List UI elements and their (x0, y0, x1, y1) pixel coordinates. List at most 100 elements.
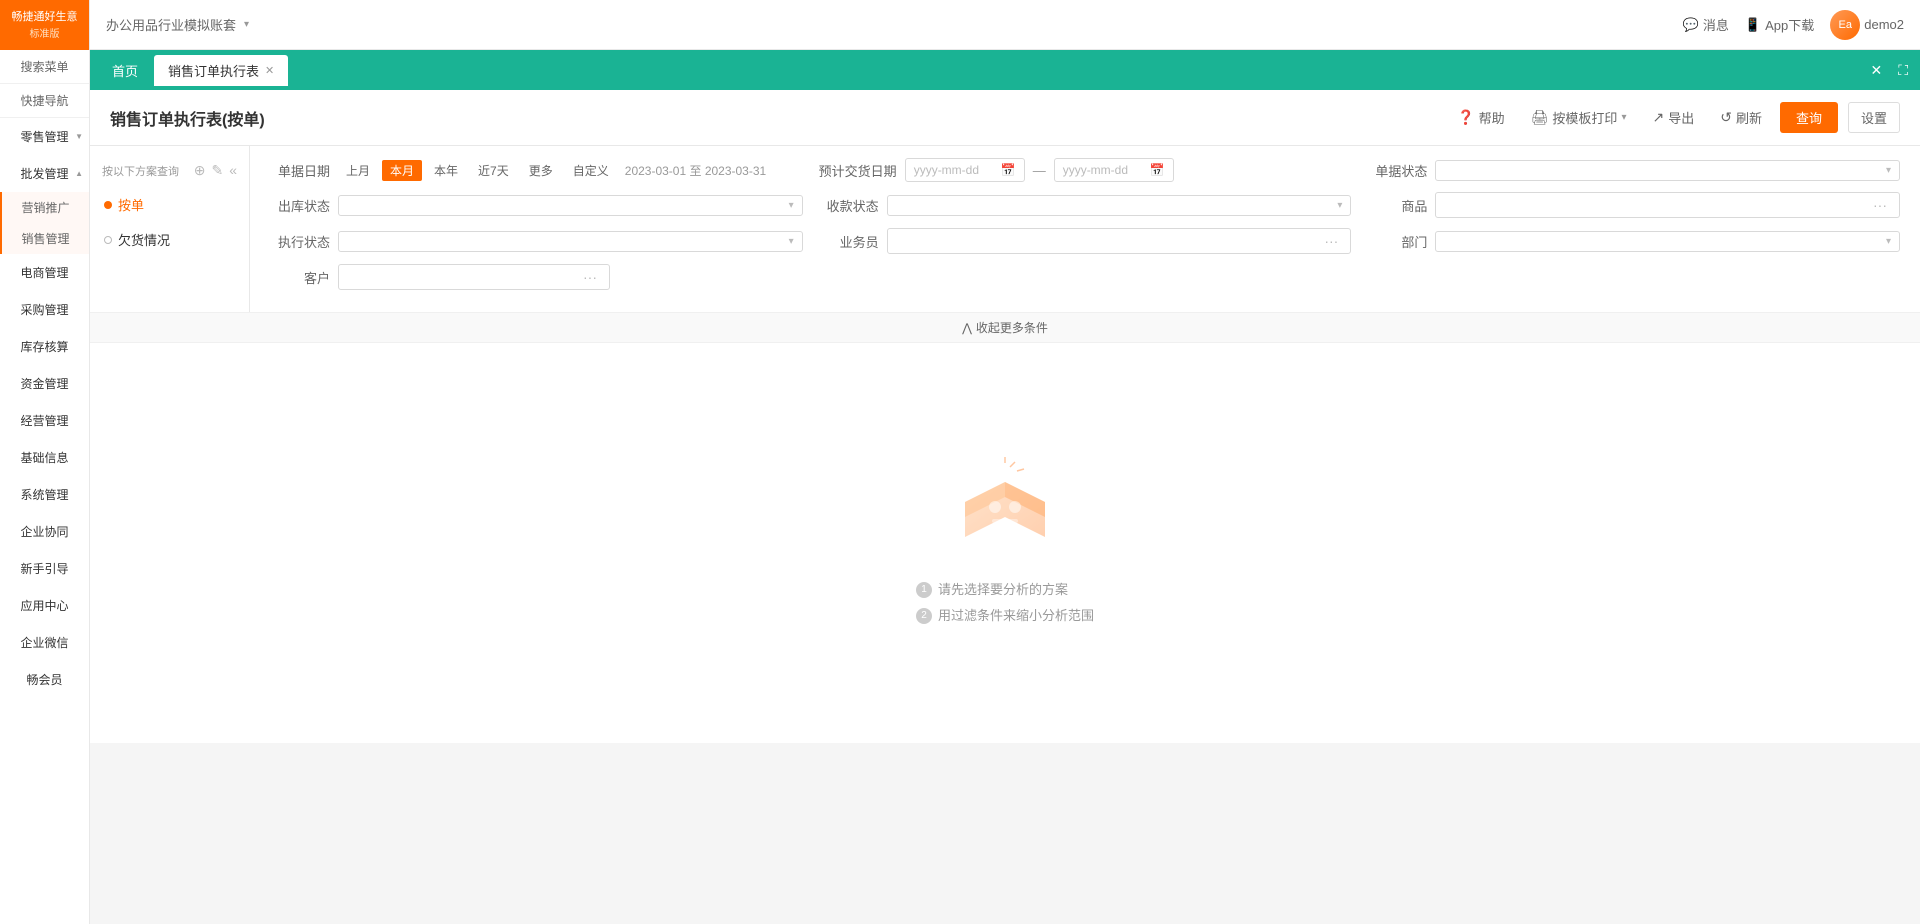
page-actions: ❓ 帮助 🖨 按模板打印 ▾ ↗ 导出 ↺ 刷新 查询 设置 (1449, 102, 1900, 133)
doc-status-dropdown-icon: ▾ (1886, 165, 1891, 176)
settings-button[interactable]: 设置 (1848, 102, 1900, 133)
tab-sales-exec-close[interactable]: ✕ (265, 64, 274, 77)
collapse-icon: ⋀ (962, 321, 972, 335)
username: demo2 (1864, 17, 1904, 32)
date-tab-custom[interactable]: 自定义 (565, 160, 617, 181)
edit-scheme-icon[interactable]: ✎ (211, 162, 223, 179)
scheme-dot-inactive (104, 236, 112, 244)
filter-row-1: 单据日期 上月 本月 本年 近7天 更多 自定义 2023-03-01 至 20… (270, 158, 1900, 182)
sidebar-sub-wholesale: 营销推广 销售管理 (0, 192, 89, 254)
sidebar-item-member[interactable]: 畅会员 (0, 661, 89, 698)
message-icon: 💬 (1683, 17, 1699, 33)
finance-label: 资金管理 (20, 375, 68, 392)
collapse-scheme-icon[interactable]: « (229, 162, 237, 179)
out-stock-dropdown-icon: ▾ (789, 200, 794, 211)
dept-select[interactable]: ▾ (1435, 231, 1900, 252)
sidebar-sub-item-sales[interactable]: 销售管理 (2, 223, 89, 254)
out-stock-select[interactable]: ▾ (338, 195, 803, 216)
customer-dots-btn[interactable]: ··· (579, 269, 601, 285)
salesman-dots-btn[interactable]: ··· (1320, 233, 1342, 249)
app-download-icon: 📱 (1745, 17, 1761, 33)
salesman-col: 业务员 ··· (819, 228, 1352, 254)
export-icon: ↗ (1652, 109, 1664, 126)
salesman-input[interactable]: ··· (887, 228, 1352, 254)
message-btn[interactable]: 💬 消息 (1683, 15, 1729, 34)
operations-label: 经营管理 (20, 412, 68, 429)
sidebar-search[interactable]: 搜索菜单 (0, 50, 89, 84)
sidebar-item-system[interactable]: 系统管理 (0, 476, 89, 513)
query-button[interactable]: 查询 (1780, 102, 1838, 133)
date-range-display: 2023-03-01 至 2023-03-31 (625, 162, 766, 179)
user-area[interactable]: Ea demo2 (1830, 10, 1904, 40)
system-label: 系统管理 (20, 486, 68, 503)
left-panel-header: 按以下方案查询 ⊕ ✎ « (90, 158, 249, 187)
export-btn[interactable]: ↗ 导出 (1644, 104, 1702, 131)
doc-status-select[interactable]: ▾ (1435, 160, 1900, 181)
right-filter-panel: 单据日期 上月 本月 本年 近7天 更多 自定义 2023-03-01 至 20… (250, 146, 1920, 312)
sidebar-item-operations[interactable]: 经营管理 (0, 402, 89, 439)
tab-home[interactable]: 首页 (98, 55, 152, 86)
product-input[interactable]: ··· (1435, 192, 1900, 218)
collapse-bar[interactable]: ⋀ 收起更多条件 (90, 312, 1920, 342)
sidebar-item-basic[interactable]: 基础信息 (0, 439, 89, 476)
app-download-btn[interactable]: 📱 App下载 (1745, 15, 1814, 34)
sidebar-quick-nav[interactable]: 快捷导航 (0, 84, 89, 118)
sidebar-item-purchase[interactable]: 采购管理 (0, 291, 89, 328)
app-name: 畅捷通好生意 (12, 10, 78, 24)
scheme-label-shortage: 欠货情况 (118, 230, 170, 249)
receive-select[interactable]: ▾ (887, 195, 1352, 216)
salesman-label: 业务员 (819, 232, 879, 251)
export-label: 导出 (1668, 108, 1694, 127)
sidebar-item-wechat[interactable]: 企业微信 (0, 624, 89, 661)
sidebar-item-retail[interactable]: 零售管理 (0, 118, 89, 155)
sidebar-item-ecommerce[interactable]: 电商管理 (0, 254, 89, 291)
help-label: 帮助 (1479, 108, 1505, 127)
print-btn[interactable]: 🖨 按模板打印 ▾ (1523, 104, 1635, 131)
date-tab-this-month[interactable]: 本月 (382, 160, 422, 181)
tab-home-label: 首页 (112, 61, 138, 80)
date-from-placeholder: yyyy-mm-dd (914, 163, 979, 177)
empty-tips: 1 请先选择要分析的方案 2 用过滤条件来缩小分析范围 (916, 577, 1094, 629)
filter-row-3: 执行状态 ▾ 业务员 ··· 部门 (270, 228, 1900, 254)
inventory-label: 库存核算 (20, 338, 68, 355)
date-tab-this-year[interactable]: 本年 (426, 160, 466, 181)
scheme-label-single: 按单 (118, 195, 144, 214)
sidebar-item-finance[interactable]: 资金管理 (0, 365, 89, 402)
newbie-label: 新手引导 (20, 560, 68, 577)
sidebar-item-enterprise[interactable]: 企业协同 (0, 513, 89, 550)
refresh-icon: ↺ (1720, 109, 1732, 126)
sidebar-item-appstore[interactable]: 应用中心 (0, 587, 89, 624)
date-to-input[interactable]: yyyy-mm-dd 📅 (1054, 158, 1174, 182)
customer-col: 客户 ··· (270, 264, 610, 290)
date-tab-last-month[interactable]: 上月 (338, 160, 378, 181)
add-scheme-icon[interactable]: ⊕ (194, 162, 206, 179)
breadcrumb: 办公用品行业模拟账套 (106, 15, 236, 34)
breadcrumb-dropdown-icon[interactable]: ▾ (244, 19, 249, 30)
out-stock-label: 出库状态 (270, 196, 330, 215)
refresh-btn[interactable]: ↺ 刷新 (1712, 104, 1770, 131)
empty-state: 1 请先选择要分析的方案 2 用过滤条件来缩小分析范围 (90, 343, 1920, 743)
exec-status-select[interactable]: ▾ (338, 231, 803, 252)
date-from-input[interactable]: yyyy-mm-dd 📅 (905, 158, 1025, 182)
date-tabs: 上月 本月 本年 近7天 更多 自定义 (338, 160, 617, 181)
sidebar-item-newbie[interactable]: 新手引导 (0, 550, 89, 587)
print-icon: 🖨 (1531, 109, 1549, 126)
help-btn[interactable]: ❓ 帮助 (1449, 104, 1512, 131)
doc-status-label: 单据状态 (1367, 161, 1427, 180)
search-label: 搜索菜单 (6, 58, 83, 75)
sidebar-item-wholesale[interactable]: 批发管理 (0, 155, 89, 192)
purchase-label: 采购管理 (20, 301, 68, 318)
tab-expand-btn[interactable]: ⛶ (1894, 58, 1912, 83)
scheme-item-shortage[interactable]: 欠货情况 (90, 222, 249, 257)
product-dots-btn[interactable]: ··· (1869, 197, 1891, 213)
sidebar-item-inventory[interactable]: 库存核算 (0, 328, 89, 365)
date-tab-more[interactable]: 更多 (521, 160, 561, 181)
customer-input[interactable]: ··· (338, 264, 610, 290)
sidebar-sub-item-marketing[interactable]: 营销推广 (2, 192, 89, 223)
tab-close-btn[interactable]: ✕ (1866, 58, 1886, 83)
tab-sales-exec[interactable]: 销售订单执行表 ✕ (154, 55, 288, 86)
date-tab-7days[interactable]: 近7天 (470, 160, 517, 181)
receive-label: 收款状态 (819, 196, 879, 215)
date-col: 单据日期 上月 本月 本年 近7天 更多 自定义 2023-03-01 至 20… (270, 160, 803, 181)
scheme-item-single[interactable]: 按单 (90, 187, 249, 222)
